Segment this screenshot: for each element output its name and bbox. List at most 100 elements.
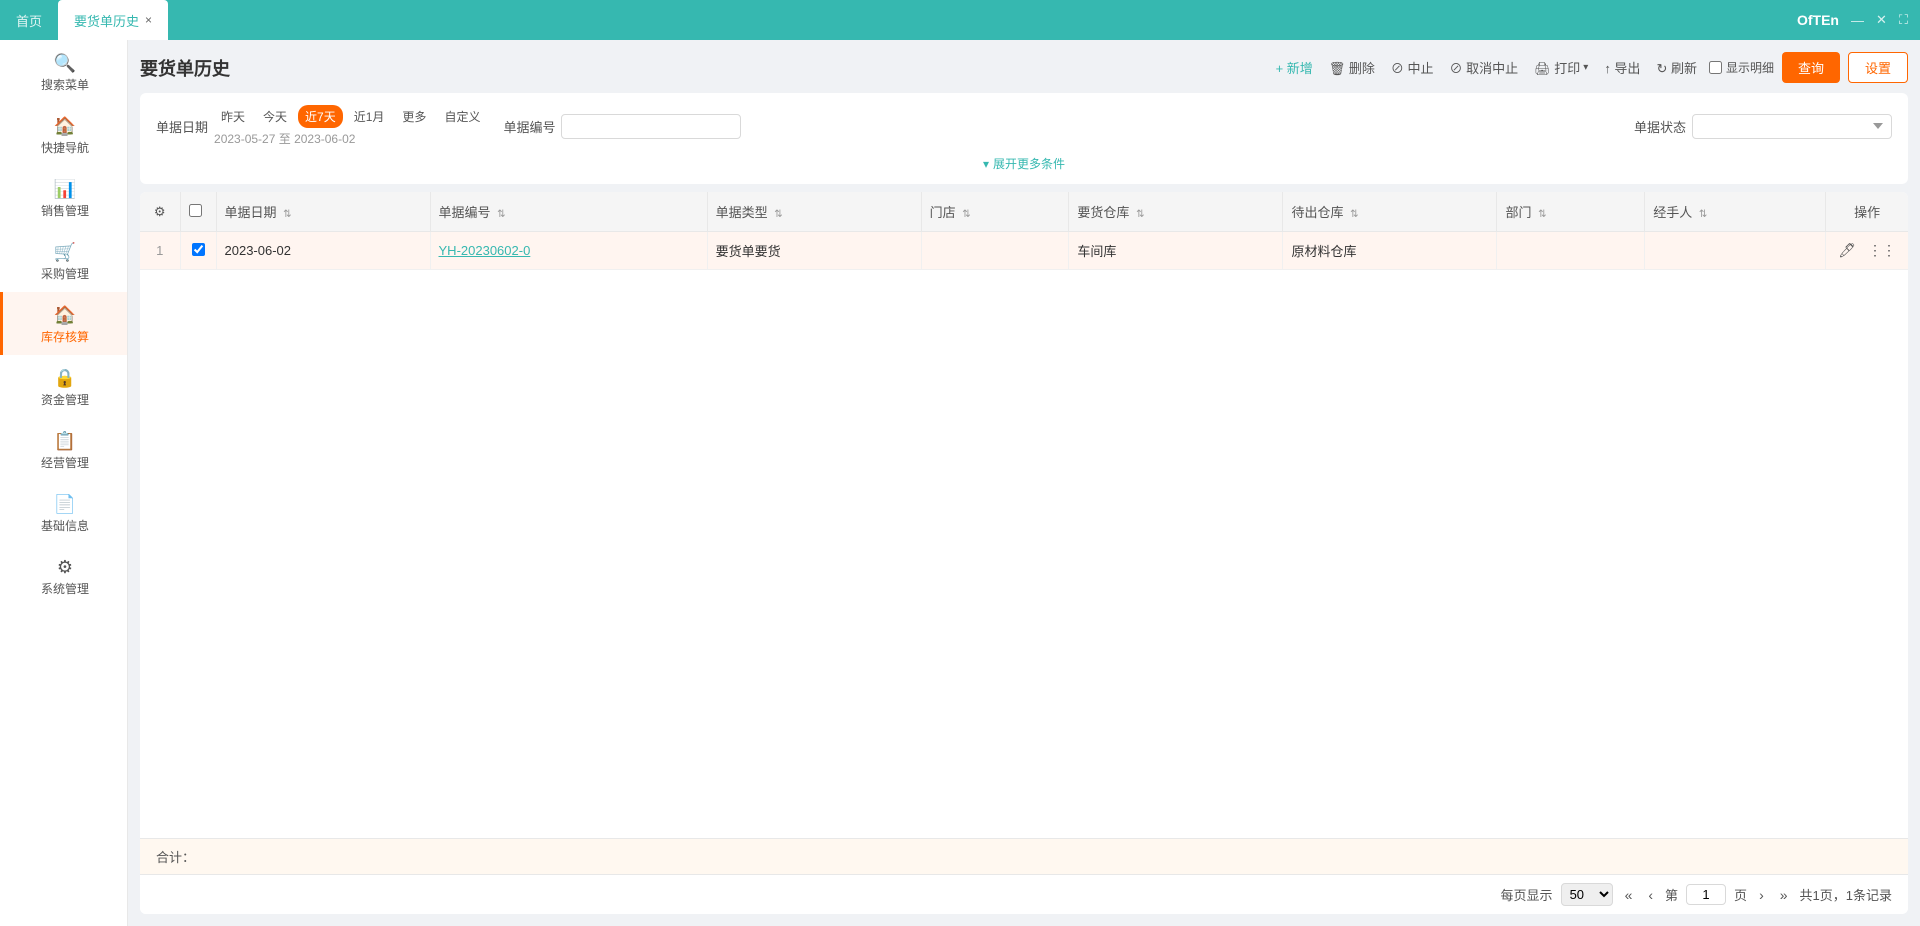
print-dropdown-icon[interactable]: ▾ (1583, 62, 1588, 73)
row-checkbox[interactable] (192, 243, 205, 256)
expand-more-button[interactable]: ▾ 展开更多条件 (156, 155, 1892, 172)
sidebar-item-quick-nav[interactable]: 🏠 快捷导航 (0, 103, 127, 166)
page-size-label: 每页显示 (1501, 885, 1553, 904)
settings-button[interactable]: 设置 (1848, 52, 1908, 83)
tab-requisition-history-label: 要货单历史 (74, 11, 139, 30)
page-total-info: 共1页，1条记录 (1800, 885, 1892, 904)
th-handler-label: 经手人 (1653, 205, 1692, 220)
toolbar: + 新增 🗑 删除 ⊘ 中止 ⊘ 取消中止 🖨 打印 ▾ ↑ 导出 ↻ 刷新 显… (1272, 52, 1908, 83)
td-checkbox (180, 232, 216, 270)
sidebar-item-finance-mgmt[interactable]: 🔒 资金管理 (0, 355, 127, 418)
doc-no-input[interactable] (561, 114, 741, 139)
status-filter-item: 单据状态 (1634, 114, 1892, 139)
date-btn-yesterday[interactable]: 昨天 (214, 105, 252, 128)
expand-more-icon: ▾ (983, 157, 989, 171)
sidebar-item-search-menu[interactable]: 🔍 搜索菜单 (0, 40, 127, 103)
sort-icon-handler: ⇅ (1699, 209, 1707, 220)
page-first-btn[interactable]: « (1621, 885, 1637, 905)
more-action-btn[interactable]: ⋮⋮ (1864, 240, 1900, 261)
td-req-warehouse: 车间库 (1069, 232, 1283, 270)
tab-requisition-history[interactable]: 要货单历史 × (58, 0, 168, 40)
window-close-btn[interactable]: ✕ (1876, 12, 1887, 28)
show-detail-checkbox-label[interactable]: 显示明细 (1709, 59, 1774, 76)
sidebar-item-inventory-calc-label: 库存核算 (41, 328, 89, 345)
td-doc-no[interactable]: YH-20230602-0 (430, 232, 707, 270)
status-select[interactable] (1692, 114, 1892, 139)
date-buttons: 昨天 今天 近7天 近1月 更多 自定义 (214, 105, 487, 128)
page-number-input[interactable] (1686, 884, 1726, 905)
sidebar-item-operations-mgmt[interactable]: 📋 经营管理 (0, 418, 127, 481)
show-detail-checkbox[interactable] (1709, 61, 1722, 74)
date-btn-last7days[interactable]: 近7天 (298, 105, 343, 128)
page-prev-btn[interactable]: ‹ (1644, 885, 1657, 905)
th-req-warehouse-label: 要货仓库 (1077, 205, 1129, 220)
date-btn-custom[interactable]: 自定义 (437, 105, 487, 128)
date-btn-more[interactable]: 更多 (395, 105, 433, 128)
th-doc-no[interactable]: 单据编号 ⇅ (430, 192, 707, 232)
doc-no-link[interactable]: YH-20230602-0 (439, 243, 531, 258)
th-doc-no-label: 单据编号 (439, 205, 491, 220)
sort-icon-pending-warehouse: ⇅ (1350, 209, 1358, 220)
page-last-btn[interactable]: » (1776, 885, 1792, 905)
th-pending-warehouse[interactable]: 待出仓库 ⇅ (1283, 192, 1497, 232)
gear-icon: ⚙ (57, 558, 73, 576)
th-department[interactable]: 部门 ⇅ (1497, 192, 1645, 232)
th-doc-date[interactable]: 单据日期 ⇅ (216, 192, 430, 232)
footer-total-label: 合计： (156, 850, 195, 865)
suspend-button[interactable]: ⊘ 中止 (1387, 56, 1438, 79)
doc-no-label: 单据编号 (503, 117, 555, 136)
th-req-warehouse[interactable]: 要货仓库 ⇅ (1069, 192, 1283, 232)
th-doc-type-label: 单据类型 (716, 205, 768, 220)
tab-home[interactable]: 首页 (0, 0, 58, 40)
action-buttons: 🖊 ⋮⋮ (1834, 240, 1900, 261)
page-suffix: 页 (1734, 885, 1747, 904)
cancel-suspend-button[interactable]: ⊘ 取消中止 (1446, 56, 1523, 79)
sort-icon-doc-type: ⇅ (774, 209, 782, 220)
window-fullscreen-btn[interactable]: ⛶ (1899, 12, 1908, 28)
th-store[interactable]: 门店 ⇅ (921, 192, 1069, 232)
th-handler[interactable]: 经手人 ⇅ (1645, 192, 1826, 232)
td-row-num: 1 (140, 232, 180, 270)
window-minimize-btn[interactable]: — (1851, 13, 1864, 28)
inventory-icon: 🏠 (54, 306, 76, 324)
export-button[interactable]: ↑ 导出 (1600, 56, 1644, 79)
date-btn-last1month[interactable]: 近1月 (347, 105, 392, 128)
show-detail-label: 显示明细 (1726, 59, 1774, 76)
sidebar-item-system-mgmt-label: 系统管理 (41, 580, 89, 597)
table-row: 1 2023-06-02 YH-20230602-0 要货单要货 车间库 (140, 232, 1908, 270)
top-bar-right: OfTEn — ✕ ⛶ (1797, 12, 1920, 28)
clipboard-icon: 📋 (54, 432, 76, 450)
sidebar: 🔍 搜索菜单 🏠 快捷导航 📊 销售管理 🛒 采购管理 🏠 库存核算 🔒 资金管… (0, 40, 128, 926)
data-table: ⚙ 单据日期 ⇅ 单据编号 ⇅ (140, 192, 1908, 270)
status-label: 单据状态 (1634, 117, 1686, 136)
date-btn-today[interactable]: 今天 (256, 105, 294, 128)
sidebar-item-search-menu-label: 搜索菜单 (41, 76, 89, 93)
main-content: 要货单历史 + 新增 🗑 删除 ⊘ 中止 ⊘ 取消中止 🖨 打印 ▾ ↑ 导出 … (128, 40, 1920, 926)
refresh-button[interactable]: ↻ 刷新 (1652, 56, 1701, 79)
th-settings[interactable]: ⚙ (140, 192, 180, 232)
table-header-row: ⚙ 单据日期 ⇅ 单据编号 ⇅ (140, 192, 1908, 232)
select-all-checkbox[interactable] (189, 204, 202, 217)
table-wrapper: ⚙ 单据日期 ⇅ 单据编号 ⇅ (140, 192, 1908, 838)
th-doc-type[interactable]: 单据类型 ⇅ (707, 192, 921, 232)
delete-button[interactable]: 🗑 删除 (1325, 56, 1379, 79)
main-layout: 🔍 搜索菜单 🏠 快捷导航 📊 销售管理 🛒 采购管理 🏠 库存核算 🔒 资金管… (0, 40, 1920, 926)
sidebar-item-inventory-calc[interactable]: 🏠 库存核算 (0, 292, 127, 355)
date-filter-label: 单据日期 (156, 117, 208, 136)
sidebar-item-system-mgmt[interactable]: ⚙ 系统管理 (0, 544, 127, 607)
add-button[interactable]: + 新增 (1272, 56, 1317, 79)
cart-icon: 🛒 (54, 243, 76, 261)
document-icon: 📄 (54, 495, 76, 513)
sidebar-item-sales-mgmt[interactable]: 📊 销售管理 (0, 166, 127, 229)
page-next-btn[interactable]: › (1755, 885, 1768, 905)
edit-action-btn[interactable]: 🖊 (1834, 240, 1860, 261)
page-size-select[interactable]: 50 100 200 (1561, 883, 1613, 906)
search-icon: 🔍 (54, 54, 76, 72)
tab-close-icon[interactable]: × (145, 13, 152, 27)
sidebar-item-basic-info[interactable]: 📄 基础信息 (0, 481, 127, 544)
td-handler (1645, 232, 1826, 270)
home-icon: 🏠 (54, 117, 76, 135)
print-button[interactable]: 🖨 打印 ▾ (1530, 56, 1592, 79)
sidebar-item-purchase-mgmt[interactable]: 🛒 采购管理 (0, 229, 127, 292)
query-button[interactable]: 查询 (1782, 52, 1840, 83)
